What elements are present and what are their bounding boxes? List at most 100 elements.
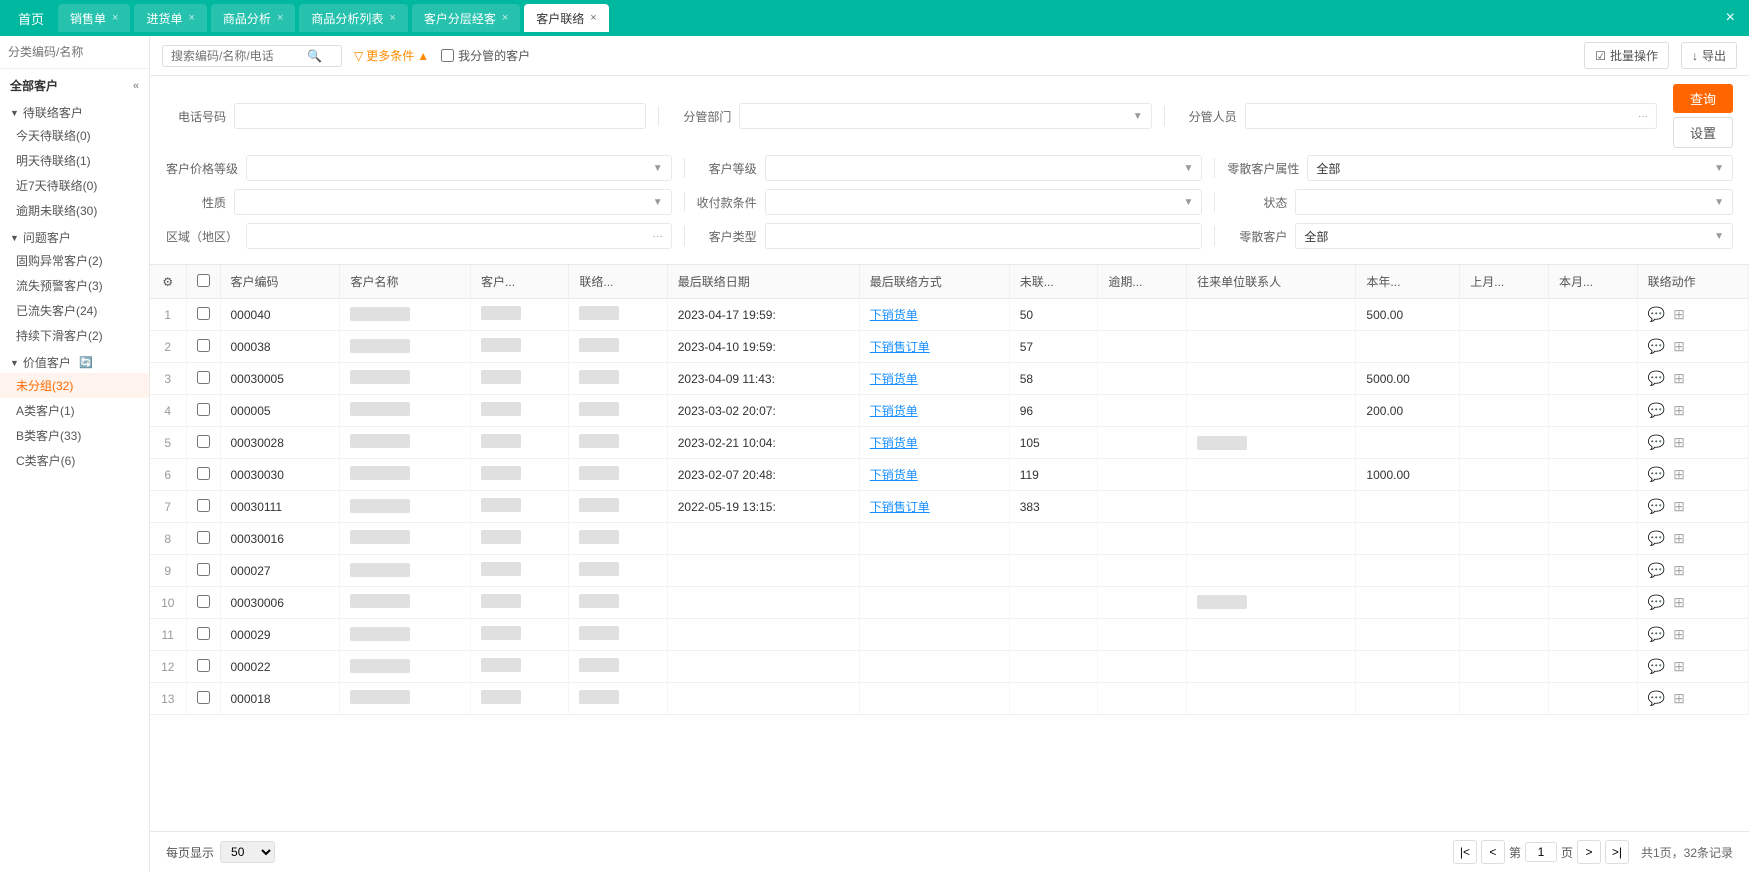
tab-purchase-order[interactable]: 进货单 ×: [134, 4, 206, 32]
row-checkbox[interactable]: [186, 555, 220, 587]
sidebar-item-class-c[interactable]: C类客户(6): [0, 448, 149, 473]
contact-method-link[interactable]: 下销货单: [870, 372, 918, 386]
row-select-checkbox[interactable]: [197, 691, 210, 704]
sidebar-item-class-a[interactable]: A类客户(1): [0, 398, 149, 423]
row-checkbox[interactable]: [186, 491, 220, 523]
sidebar-item-pending-week[interactable]: 近7天待联络(0): [0, 173, 149, 198]
chat-icon[interactable]: 💬: [1648, 498, 1665, 515]
chat-icon[interactable]: 💬: [1648, 370, 1665, 387]
sidebar-item-class-b[interactable]: B类客户(33): [0, 423, 149, 448]
status-select[interactable]: ▼: [1295, 189, 1733, 215]
row-checkbox[interactable]: [186, 299, 220, 331]
chat-icon[interactable]: 💬: [1648, 338, 1665, 355]
sidebar-item-pending-today[interactable]: 今天待联络(0): [0, 123, 149, 148]
grid-icon[interactable]: ⊞: [1673, 498, 1685, 515]
chat-icon[interactable]: 💬: [1648, 562, 1665, 579]
row-select-checkbox[interactable]: [197, 627, 210, 640]
grid-icon[interactable]: ⊞: [1673, 434, 1685, 451]
page-number-input[interactable]: [1525, 842, 1557, 862]
grid-icon[interactable]: ⊞: [1673, 530, 1685, 547]
chat-icon[interactable]: 💬: [1648, 434, 1665, 451]
chat-icon[interactable]: 💬: [1648, 530, 1665, 547]
grid-icon[interactable]: ⊞: [1673, 562, 1685, 579]
retail-customer-select[interactable]: 全部 ▼: [1295, 223, 1733, 249]
close-icon[interactable]: ×: [112, 12, 118, 24]
contact-method-link[interactable]: 下销货单: [870, 436, 918, 450]
filter-search-box[interactable]: 🔍: [162, 45, 342, 67]
row-checkbox[interactable]: [186, 587, 220, 619]
tab-product-analysis[interactable]: 商品分析 ×: [211, 4, 295, 32]
region-select[interactable]: ···: [246, 223, 672, 249]
chat-icon[interactable]: 💬: [1648, 402, 1665, 419]
close-icon[interactable]: ×: [502, 12, 508, 24]
prev-page-button[interactable]: <: [1481, 840, 1505, 864]
settings-column-header[interactable]: ⚙: [150, 265, 186, 299]
chat-icon[interactable]: 💬: [1648, 690, 1665, 707]
retail-attr-select[interactable]: 全部 ▼: [1307, 155, 1733, 181]
contact-method-link[interactable]: 下销售订单: [870, 500, 930, 514]
select-all-checkbox[interactable]: [197, 274, 210, 287]
filter-search-input[interactable]: [171, 49, 301, 63]
chat-icon[interactable]: 💬: [1648, 626, 1665, 643]
my-customers-checkbox[interactable]: [441, 49, 454, 62]
row-checkbox[interactable]: [186, 427, 220, 459]
row-select-checkbox[interactable]: [197, 435, 210, 448]
row-select-checkbox[interactable]: [197, 403, 210, 416]
sidebar-item-ungroup[interactable]: 未分组(32): [0, 373, 149, 398]
row-checkbox[interactable]: [186, 459, 220, 491]
row-select-checkbox[interactable]: [197, 659, 210, 672]
row-checkbox[interactable]: [186, 523, 220, 555]
first-page-button[interactable]: |<: [1453, 840, 1477, 864]
grid-icon[interactable]: ⊞: [1673, 466, 1685, 483]
query-button[interactable]: 查询: [1673, 84, 1733, 113]
close-icon[interactable]: ×: [389, 12, 395, 24]
close-icon[interactable]: ×: [277, 12, 283, 24]
sidebar-item-churned[interactable]: 已流失客户(24): [0, 298, 149, 323]
manager-select[interactable]: ···: [1245, 103, 1657, 129]
tab-product-analysis-list[interactable]: 商品分析列表 ×: [299, 4, 407, 32]
checkbox-column-header[interactable]: [186, 265, 220, 299]
phone-input[interactable]: [234, 103, 646, 129]
next-page-button[interactable]: >: [1577, 840, 1601, 864]
close-icon[interactable]: ×: [188, 12, 194, 24]
batch-op-button[interactable]: ☑ 批量操作: [1584, 42, 1669, 69]
chat-icon[interactable]: 💬: [1648, 594, 1665, 611]
row-select-checkbox[interactable]: [197, 531, 210, 544]
grid-icon[interactable]: ⊞: [1673, 306, 1685, 323]
grid-icon[interactable]: ⊞: [1673, 626, 1685, 643]
sidebar-item-churn-warning[interactable]: 流失预警客户(3): [0, 273, 149, 298]
sidebar-search-input[interactable]: [8, 45, 150, 59]
row-checkbox[interactable]: [186, 651, 220, 683]
export-button[interactable]: ↓ 导出: [1681, 42, 1737, 69]
row-select-checkbox[interactable]: [197, 563, 210, 576]
tab-customer-contact[interactable]: 客户联络 ×: [524, 4, 608, 32]
row-select-checkbox[interactable]: [197, 467, 210, 480]
my-customers-checkbox-label[interactable]: 我分管的客户: [441, 47, 530, 64]
page-size-select[interactable]: 50 100: [220, 841, 275, 863]
chat-icon[interactable]: 💬: [1648, 466, 1665, 483]
chat-icon[interactable]: 💬: [1648, 306, 1665, 323]
contact-method-link[interactable]: 下销售订单: [870, 340, 930, 354]
grid-icon[interactable]: ⊞: [1673, 690, 1685, 707]
sidebar-search-box[interactable]: 🔍: [0, 36, 149, 69]
sidebar-item-pending-tomorrow[interactable]: 明天待联络(1): [0, 148, 149, 173]
tab-customer-tier[interactable]: 客户分层经客 ×: [412, 4, 520, 32]
payment-select[interactable]: ▼: [765, 189, 1203, 215]
window-close-button[interactable]: ×: [1720, 9, 1741, 27]
contact-method-link[interactable]: 下销货单: [870, 404, 918, 418]
sidebar-item-abnormal[interactable]: 固购异常客户(2): [0, 248, 149, 273]
value-group-label[interactable]: ▼ 价值客户 🔄: [0, 348, 149, 373]
row-select-checkbox[interactable]: [197, 371, 210, 384]
row-checkbox[interactable]: [186, 683, 220, 715]
row-checkbox[interactable]: [186, 331, 220, 363]
last-page-button[interactable]: >|: [1605, 840, 1629, 864]
grid-icon[interactable]: ⊞: [1673, 338, 1685, 355]
price-level-select[interactable]: ▼: [246, 155, 672, 181]
grid-icon[interactable]: ⊞: [1673, 658, 1685, 675]
customer-level-select[interactable]: ▼: [765, 155, 1203, 181]
all-customers-header[interactable]: 全部客户 «: [0, 69, 149, 98]
grid-icon[interactable]: ⊞: [1673, 370, 1685, 387]
row-checkbox[interactable]: [186, 619, 220, 651]
more-conditions-button[interactable]: ▽ 更多条件 ▲: [354, 47, 429, 64]
grid-icon[interactable]: ⊞: [1673, 594, 1685, 611]
